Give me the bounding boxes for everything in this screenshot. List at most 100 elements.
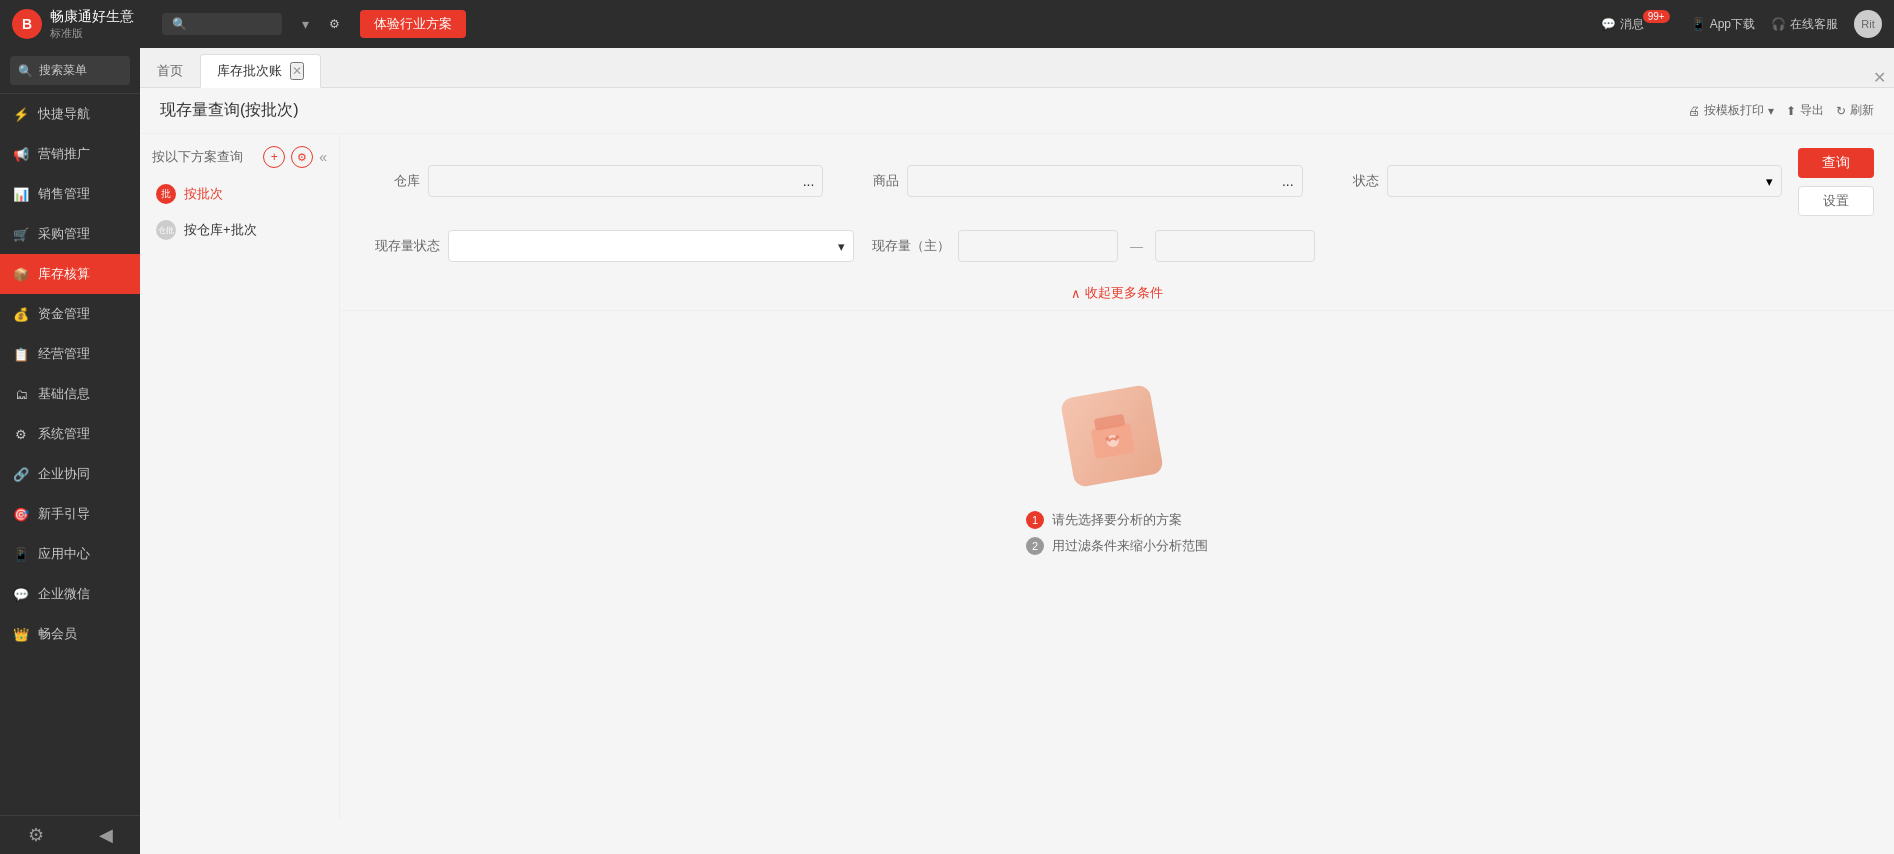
collapse-icon: ◀	[99, 825, 113, 845]
product-input[interactable]: ...	[907, 165, 1302, 197]
quick-nav-icon: ⚡	[12, 105, 30, 123]
top-bar-right: 💬 消息 99+ 📱 App下载 🎧 在线客服 Rit	[1601, 10, 1882, 38]
tip-num-1: 1	[1026, 511, 1044, 529]
warehouse-filter-group: 仓库 ...	[360, 165, 823, 197]
sidebar-item-guide[interactable]: 🎯 新手引导	[0, 494, 140, 534]
tab-bar: 首页 库存批次账 ✕ ✕	[140, 48, 1894, 88]
close-panel-btn[interactable]: ✕	[1865, 68, 1894, 87]
tab-close-btn[interactable]: ✕	[290, 62, 304, 80]
empty-tip-1: 1 请先选择要分析的方案	[1026, 511, 1208, 529]
print-btn[interactable]: 🖨 按模板打印 ▾	[1688, 102, 1774, 119]
range-separator: —	[1130, 239, 1143, 254]
chevron-up-icon: ∧	[1071, 286, 1081, 301]
avatar: Rit	[1854, 10, 1882, 38]
member-icon: 👑	[12, 625, 30, 643]
product-dots-btn[interactable]: ...	[1282, 173, 1294, 189]
message-badge: 99+	[1643, 10, 1670, 23]
header-actions: 🖨 按模板打印 ▾ ⬆ 导出 ↻ 刷新	[1688, 102, 1874, 119]
sidebar-item-enterprise[interactable]: 🔗 企业协同	[0, 454, 140, 494]
sidebar-item-purchase[interactable]: 🛒 采购管理	[0, 214, 140, 254]
scheme-gear-btn[interactable]: ⚙	[291, 146, 313, 168]
sidebar-item-wechat[interactable]: 💬 企业微信	[0, 574, 140, 614]
sidebar-search-btn[interactable]: 🔍 搜索菜单	[10, 56, 130, 85]
scheme-by-batch[interactable]: 批 按批次	[140, 176, 339, 212]
sidebar-item-operations[interactable]: 📋 经营管理	[0, 334, 140, 374]
stock-status-select[interactable]: ▾	[448, 230, 854, 262]
stock-qty-min-input[interactable]	[958, 230, 1118, 262]
empty-tips: 1 请先选择要分析的方案 2 用过滤条件来缩小分析范围	[1026, 511, 1208, 555]
search-icon: 🔍	[172, 17, 187, 31]
refresh-btn[interactable]: ↻ 刷新	[1836, 102, 1874, 119]
nav-dropdown-icon[interactable]: ▾	[302, 16, 309, 32]
nav-search-box[interactable]: 🔍	[162, 13, 282, 35]
app-download-btn[interactable]: 📱 App下载	[1691, 16, 1755, 33]
sidebar-item-system[interactable]: ⚙ 系统管理	[0, 414, 140, 454]
sidebar-item-member[interactable]: 👑 畅会员	[0, 614, 140, 654]
content-area: 首页 库存批次账 ✕ ✕ 现存量查询(按批次) 🖨 按模板打印 ▾	[140, 48, 1894, 854]
sidebar-item-basics[interactable]: 🗂 基础信息	[0, 374, 140, 414]
sidebar-collapse-btn[interactable]: ◀	[99, 824, 113, 846]
sidebar-menu: ⚡ 快捷导航 📢 营销推广 📊 销售管理 🛒 采购管理 📦 库存核算	[0, 94, 140, 815]
basics-icon: 🗂	[12, 385, 30, 403]
filter-row-2: 现存量状态 ▾ 现存量（主）	[360, 230, 1874, 262]
sidebar-item-sales[interactable]: 📊 销售管理	[0, 174, 140, 214]
sales-icon: 📊	[12, 185, 30, 203]
refresh-icon: ↻	[1836, 104, 1846, 118]
enterprise-icon: 🔗	[12, 465, 30, 483]
sidebar-item-inventory[interactable]: 📦 库存核算	[0, 254, 140, 294]
settings-icon: ⚙	[28, 825, 44, 845]
filter-sidebar-actions: + ⚙ «	[263, 146, 327, 168]
sidebar-item-apps[interactable]: 📱 应用中心	[0, 534, 140, 574]
purchase-icon: 🛒	[12, 225, 30, 243]
add-scheme-btn[interactable]: +	[263, 146, 285, 168]
status-filter-group: 状态 ▾	[1319, 165, 1782, 197]
experience-btn[interactable]: 体验行业方案	[360, 10, 466, 38]
product-filter-group: 商品 ...	[839, 165, 1302, 197]
system-icon: ⚙	[12, 425, 30, 443]
sidebar-item-finance[interactable]: 💰 资金管理	[0, 294, 140, 334]
filter-collapse-btn[interactable]: «	[319, 146, 327, 168]
stock-qty-filter-group: 现存量（主） —	[870, 230, 1364, 262]
scheme-by-warehouse-batch[interactable]: 仓批 按仓库+批次	[140, 212, 339, 248]
sidebar-search: 🔍 搜索菜单	[0, 48, 140, 94]
export-btn[interactable]: ⬆ 导出	[1786, 102, 1824, 119]
filter-row-1: 仓库 ... 商品 ...	[360, 146, 1874, 216]
tab-home[interactable]: 首页	[140, 53, 200, 87]
status-chevron-icon: ▾	[1766, 174, 1773, 189]
empty-tip-2: 2 用过滤条件来缩小分析范围	[1026, 537, 1208, 555]
query-btn[interactable]: 查询	[1798, 148, 1874, 178]
marketing-icon: 📢	[12, 145, 30, 163]
messages-btn[interactable]: 💬 消息 99+	[1601, 16, 1675, 33]
collapse-more-btn[interactable]: ∧ 收起更多条件	[360, 276, 1874, 310]
filter-form: 仓库 ... 商品 ...	[340, 134, 1894, 311]
search-icon: 🔍	[18, 64, 33, 78]
tab-inventory-batch[interactable]: 库存批次账 ✕	[200, 54, 321, 88]
warehouse-dots-btn[interactable]: ...	[803, 173, 815, 189]
settings-btn[interactable]: 设置	[1798, 186, 1874, 216]
inventory-icon: 📦	[12, 265, 30, 283]
sidebar-bottom: ⚙ ◀	[0, 815, 140, 854]
phone-icon: 📱	[1691, 17, 1706, 31]
user-area[interactable]: Rit	[1854, 10, 1882, 38]
status-select[interactable]: ▾	[1387, 165, 1782, 197]
online-service-btn[interactable]: 🎧 在线客服	[1771, 16, 1838, 33]
sidebar-item-marketing[interactable]: 📢 营销推广	[0, 134, 140, 174]
sidebar-settings-btn[interactable]: ⚙	[28, 824, 44, 846]
status-label: 状态	[1319, 172, 1379, 190]
stock-status-filter-group: 现存量状态 ▾	[360, 230, 854, 262]
message-icon: 💬	[1601, 17, 1616, 31]
finance-icon: 💰	[12, 305, 30, 323]
top-bar: B 畅康通好生意 标准版 🔍 ▾ ⚙ 体验行业方案 💬 消息	[0, 0, 1894, 48]
product-label: 商品	[839, 172, 899, 190]
nav-area: 🔍 ▾ ⚙ 体验行业方案	[142, 10, 466, 38]
tip-num-2: 2	[1026, 537, 1044, 555]
sidebar-item-quick-nav[interactable]: ⚡ 快捷导航	[0, 94, 140, 134]
page-title: 现存量查询(按批次)	[160, 100, 299, 121]
brand-text: 畅康通好生意 标准版	[50, 8, 134, 41]
dropdown-icon: ▾	[1768, 104, 1774, 118]
stock-qty-max-input[interactable]	[1155, 230, 1315, 262]
gear-nav-btn[interactable]: ⚙	[329, 17, 340, 31]
warehouse-input[interactable]: ...	[428, 165, 823, 197]
scheme-warehouse-batch-icon: 仓批	[156, 220, 176, 240]
filter-right-area: 仓库 ... 商品 ...	[340, 134, 1894, 820]
